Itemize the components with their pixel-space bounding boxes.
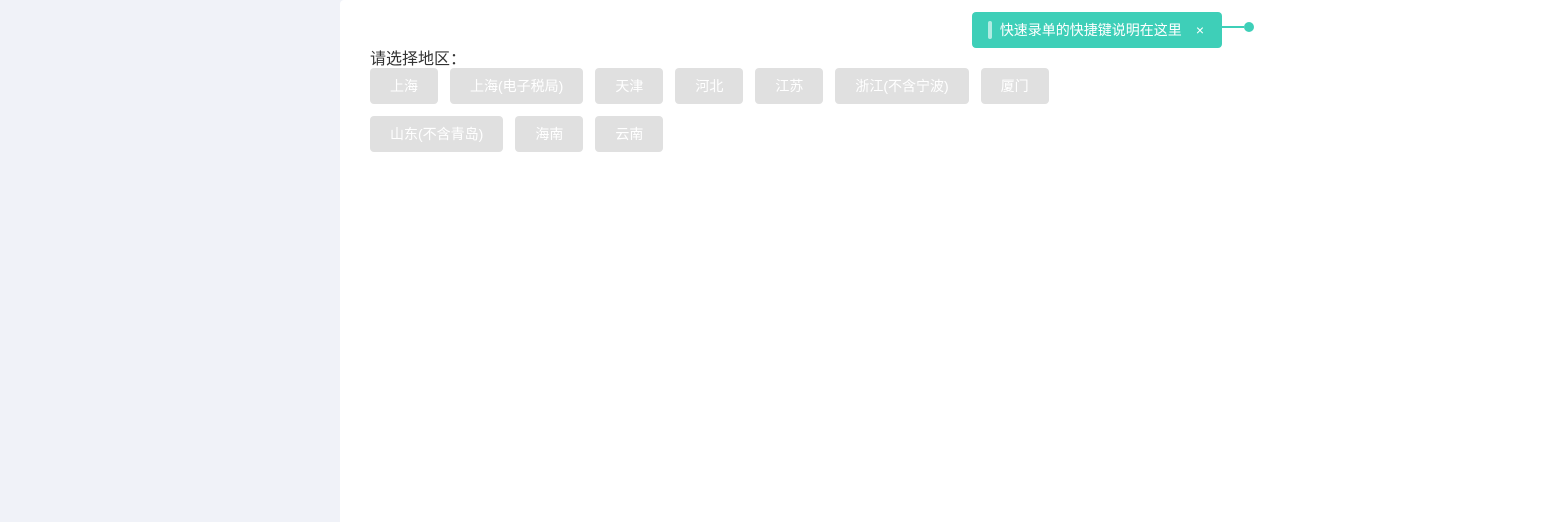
- tooltip-text: 快速录单的快捷键说明在这里: [1000, 20, 1182, 40]
- region-btn-hebei[interactable]: 河北: [675, 68, 743, 104]
- region-btn-hainan[interactable]: 海南: [515, 116, 583, 152]
- tooltip-connector-dot: [1244, 22, 1254, 32]
- tooltip-connector-line: [1222, 26, 1244, 28]
- region-btn-yunnan[interactable]: 云南: [595, 116, 663, 152]
- region-buttons-row2: 山东(不含青岛) 海南 云南: [370, 116, 663, 152]
- left-sidebar: [0, 0, 340, 522]
- main-content: 请选择地区： 上海 上海(电子税局) 天津 河北 江苏 浙江(不含宁波) 厦门 …: [340, 0, 1562, 522]
- region-btn-shanghai-etax[interactable]: 上海(电子税局): [450, 68, 583, 104]
- region-btn-xiamen[interactable]: 厦门: [981, 68, 1049, 104]
- region-btn-tianjin[interactable]: 天津: [595, 68, 663, 104]
- region-btn-jiangsu[interactable]: 江苏: [755, 68, 823, 104]
- region-buttons-row1: 上海 上海(电子税局) 天津 河北 江苏 浙江(不含宁波) 厦门: [370, 68, 1049, 104]
- region-btn-shanghai[interactable]: 上海: [370, 68, 438, 104]
- region-btn-zhejiang[interactable]: 浙江(不含宁波): [835, 68, 968, 104]
- tooltip-accent-bar: [988, 21, 992, 39]
- tooltip-banner: 快速录单的快捷键说明在这里 ×: [972, 12, 1222, 48]
- region-btn-shandong[interactable]: 山东(不含青岛): [370, 116, 503, 152]
- region-label: 请选择地区：: [370, 45, 466, 69]
- tooltip-close-button[interactable]: ×: [1194, 22, 1206, 38]
